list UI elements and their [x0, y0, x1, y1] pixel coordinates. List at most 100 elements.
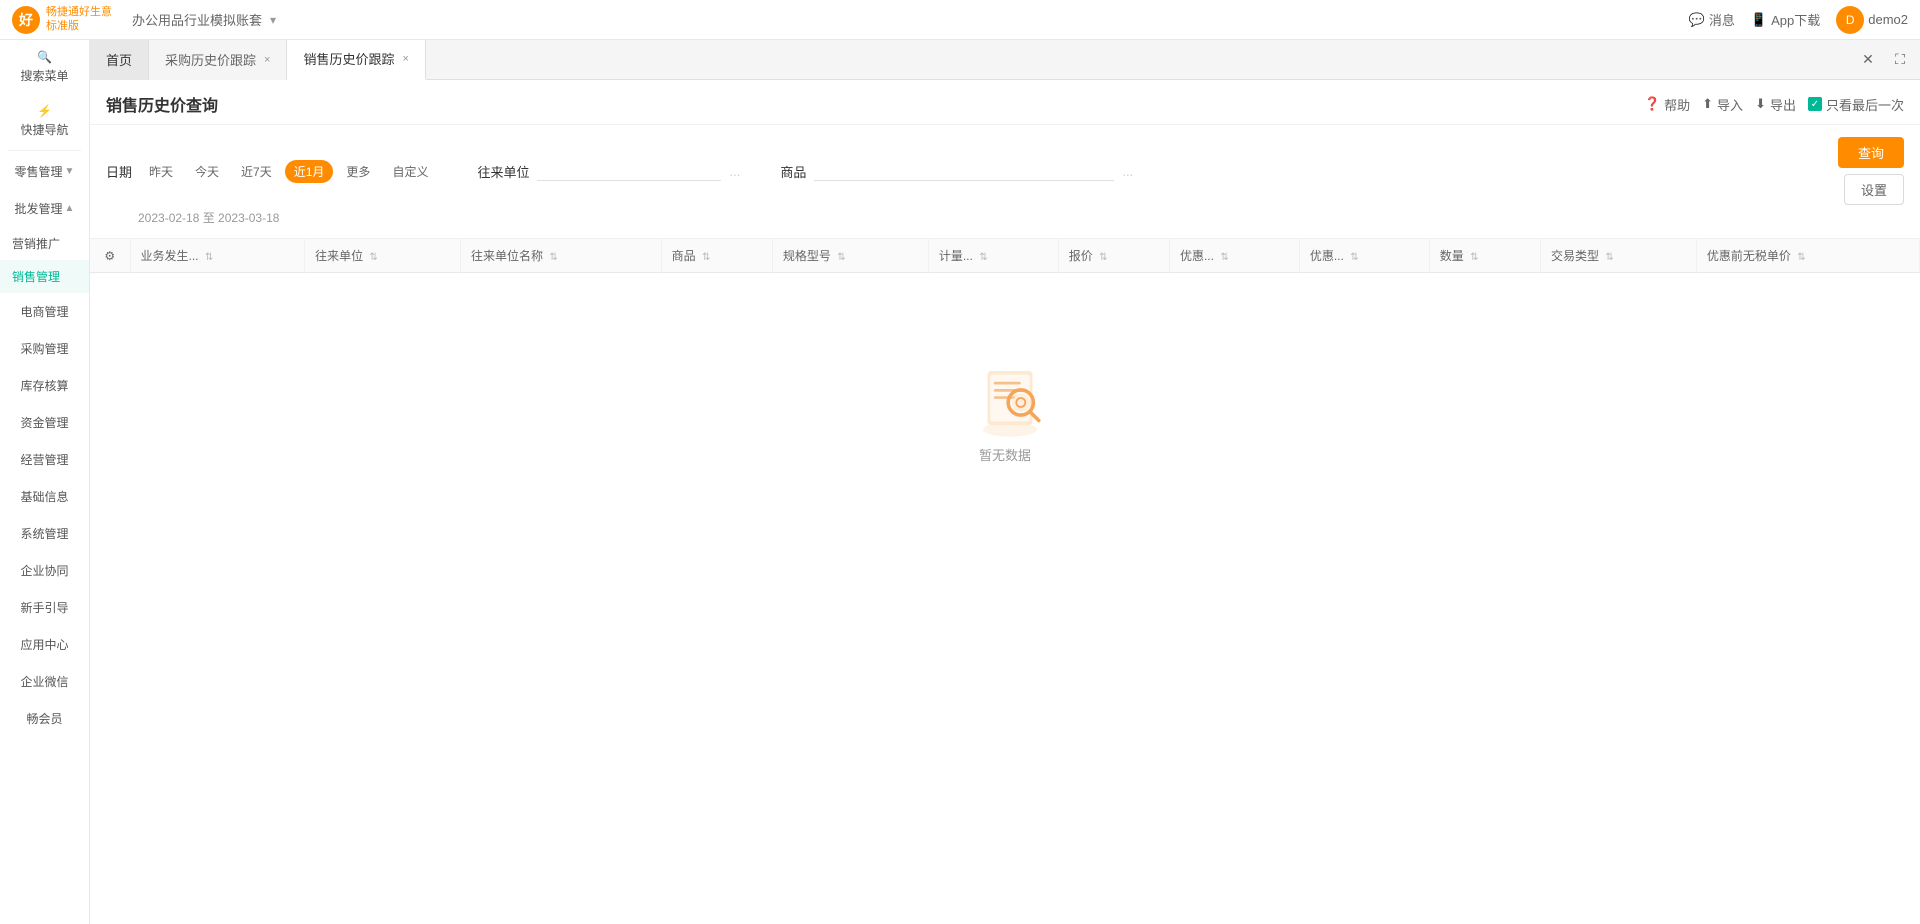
export-icon: ⬇ [1755, 96, 1766, 112]
sort-icon-product: ⇅ [702, 252, 710, 263]
sidebar-item-retail[interactable]: 零售管理 ▼ [0, 153, 89, 190]
date-btn-1month[interactable]: 近1月 [285, 160, 334, 183]
col-settings[interactable]: ⚙ [90, 239, 130, 273]
page-content: 销售历史价查询 ❓ 帮助 ⬆ 导入 ⬇ 导出 ✓ [90, 80, 1920, 924]
empty-text: 暂无数据 [979, 445, 1031, 464]
sidebar-item-search[interactable]: 🔍 搜索菜单 [0, 40, 89, 94]
sidebar-item-member[interactable]: 畅会员 [0, 700, 89, 737]
date-btn-today[interactable]: 今天 [186, 160, 228, 183]
sidebar-item-sales[interactable]: 销售管理 [0, 260, 89, 293]
col-partner-name[interactable]: 往来单位名称 ⇅ [461, 239, 662, 273]
tab-sales-history[interactable]: 销售历史价跟踪 × [287, 40, 425, 80]
col-partner-code[interactable]: 往来单位 ⇅ [305, 239, 461, 273]
settings-button[interactable]: 设置 [1844, 174, 1904, 205]
app-download-btn[interactable]: 📱 App下载 [1751, 10, 1820, 29]
date-btn-yesterday[interactable]: 昨天 [140, 160, 182, 183]
top-bar-right: 💬 消息 📱 App下载 D demo2 [1689, 6, 1908, 34]
message-btn[interactable]: 💬 消息 [1689, 10, 1735, 29]
col-spec[interactable]: 规格型号 ⇅ [772, 239, 928, 273]
tab-bar: 首页 采购历史价跟踪 × 销售历史价跟踪 × ✕ ⛶ [90, 40, 1920, 80]
product-dots[interactable]: ... [1122, 164, 1133, 179]
user-area[interactable]: D demo2 [1836, 6, 1908, 34]
col-pre-tax-price[interactable]: 优惠前无税单价 ⇅ [1696, 239, 1919, 273]
date-btn-custom[interactable]: 自定义 [383, 160, 437, 183]
sidebar-item-quick-nav[interactable]: ⚡ 快捷导航 [0, 94, 89, 148]
avatar: D [1836, 6, 1864, 34]
col-discount1[interactable]: 优惠... ⇅ [1169, 239, 1299, 273]
partner-input[interactable] [537, 161, 721, 181]
sidebar-item-purchase[interactable]: 采购管理 [0, 330, 89, 367]
table-wrapper: ⚙ 业务发生... ⇅ 往来单位 ⇅ 往来单位名称 [90, 239, 1920, 544]
date-range-text: 2023-02-18 至 2023-03-18 [138, 211, 279, 225]
logo-icon: 好 [12, 6, 40, 34]
sidebar-item-finance[interactable]: 资金管理 [0, 404, 89, 441]
col-trade-type[interactable]: 交易类型 ⇅ [1540, 239, 1696, 273]
tab-maximize-btn[interactable]: ⛶ [1888, 48, 1912, 72]
app-title-dropdown[interactable]: ▾ [270, 13, 276, 27]
data-table: ⚙ 业务发生... ⇅ 往来单位 ⇅ 往来单位名称 [90, 239, 1920, 273]
top-bar-left: 好 畅捷通好生意 标准版 办公用品行业模拟账套 ▾ [12, 6, 276, 34]
tab-purchase-close[interactable]: × [264, 54, 270, 66]
tab-sales-close[interactable]: × [402, 53, 408, 65]
sidebar-item-system[interactable]: 系统管理 [0, 515, 89, 552]
help-btn[interactable]: ❓ 帮助 [1644, 95, 1690, 114]
query-button[interactable]: 查询 [1838, 137, 1904, 168]
date-label: 日期 [106, 162, 132, 181]
col-product[interactable]: 商品 ⇅ [661, 239, 772, 273]
only-last-checkbox[interactable]: ✓ [1808, 97, 1822, 111]
sidebar-item-ecommerce[interactable]: 电商管理 [0, 293, 89, 330]
sidebar-item-enterprise[interactable]: 企业协同 [0, 552, 89, 589]
sort-icon-price: ⇅ [1099, 252, 1107, 263]
tab-close-btn[interactable]: ✕ [1856, 48, 1880, 72]
export-btn[interactable]: ⬇ 导出 [1755, 95, 1796, 114]
date-btns: 昨天 今天 近7天 近1月 更多 自定义 [140, 160, 437, 183]
sort-icon-partner-name: ⇅ [549, 252, 557, 263]
tab-purchase-history[interactable]: 采购历史价跟踪 × [149, 40, 287, 80]
sidebar-item-operation[interactable]: 经营管理 [0, 441, 89, 478]
partner-label: 往来单位 [477, 162, 529, 181]
quick-nav-icon: ⚡ [37, 104, 52, 118]
sort-icon-spec: ⇅ [837, 252, 845, 263]
sidebar: 🔍 搜索菜单 ⚡ 快捷导航 零售管理 ▼ 批发管理 ▲ 营销推广 销售管理 电商… [0, 40, 90, 924]
page-header-actions: ❓ 帮助 ⬆ 导入 ⬇ 导出 ✓ 只看最后一次 [1644, 95, 1904, 114]
sidebar-item-basic-info[interactable]: 基础信息 [0, 478, 89, 515]
col-discount2[interactable]: 优惠... ⇅ [1299, 239, 1429, 273]
empty-icon [965, 353, 1045, 433]
product-label: 商品 [780, 162, 806, 181]
download-icon: 📱 [1751, 12, 1767, 28]
col-price[interactable]: 报价 ⇅ [1058, 239, 1169, 273]
page-header: 销售历史价查询 ❓ 帮助 ⬆ 导入 ⬇ 导出 ✓ [90, 80, 1920, 125]
date-btn-more[interactable]: 更多 [337, 160, 379, 183]
sidebar-item-inventory[interactable]: 库存核算 [0, 367, 89, 404]
partner-filter-group: 往来单位 ... [477, 161, 740, 181]
action-btns: 查询 设置 [1838, 137, 1904, 205]
table-header-row: ⚙ 业务发生... ⇅ 往来单位 ⇅ 往来单位名称 [90, 239, 1920, 273]
logo-area: 好 畅捷通好生意 标准版 [12, 6, 112, 34]
product-input[interactable] [814, 161, 1114, 181]
help-icon: ❓ [1644, 96, 1660, 112]
import-icon: ⬆ [1702, 96, 1713, 112]
sort-icon-discount2: ⇅ [1350, 252, 1358, 263]
app-title: 办公用品行业模拟账套 [132, 10, 262, 29]
sidebar-item-guide[interactable]: 新手引导 [0, 589, 89, 626]
col-unit[interactable]: 计量... ⇅ [928, 239, 1058, 273]
col-business-date[interactable]: 业务发生... ⇅ [130, 239, 305, 273]
product-filter-group: 商品 ... [780, 161, 1133, 181]
sidebar-item-wholesale[interactable]: 批发管理 ▲ [0, 190, 89, 227]
message-icon: 💬 [1689, 12, 1705, 28]
partner-dots[interactable]: ... [729, 164, 740, 179]
logo-text: 畅捷通好生意 标准版 [46, 6, 112, 32]
sidebar-item-marketing[interactable]: 营销推广 [0, 227, 89, 260]
sidebar-item-wechat[interactable]: 企业微信 [0, 663, 89, 700]
top-bar: 好 畅捷通好生意 标准版 办公用品行业模拟账套 ▾ 💬 消息 📱 App下载 D… [0, 0, 1920, 40]
date-filter-group: 日期 昨天 今天 近7天 近1月 更多 自定义 [106, 160, 437, 183]
date-btn-7days[interactable]: 近7天 [232, 160, 281, 183]
sidebar-item-app-center[interactable]: 应用中心 [0, 626, 89, 663]
sort-icon-quantity: ⇅ [1470, 252, 1478, 263]
only-last-btn[interactable]: ✓ 只看最后一次 [1808, 95, 1904, 114]
tab-bar-actions: ✕ ⛶ [1856, 48, 1920, 72]
import-btn[interactable]: ⬆ 导入 [1702, 95, 1743, 114]
col-quantity[interactable]: 数量 ⇅ [1429, 239, 1540, 273]
tab-home[interactable]: 首页 [90, 40, 149, 80]
date-range-display: 2023-02-18 至 2023-03-18 [134, 209, 1904, 226]
